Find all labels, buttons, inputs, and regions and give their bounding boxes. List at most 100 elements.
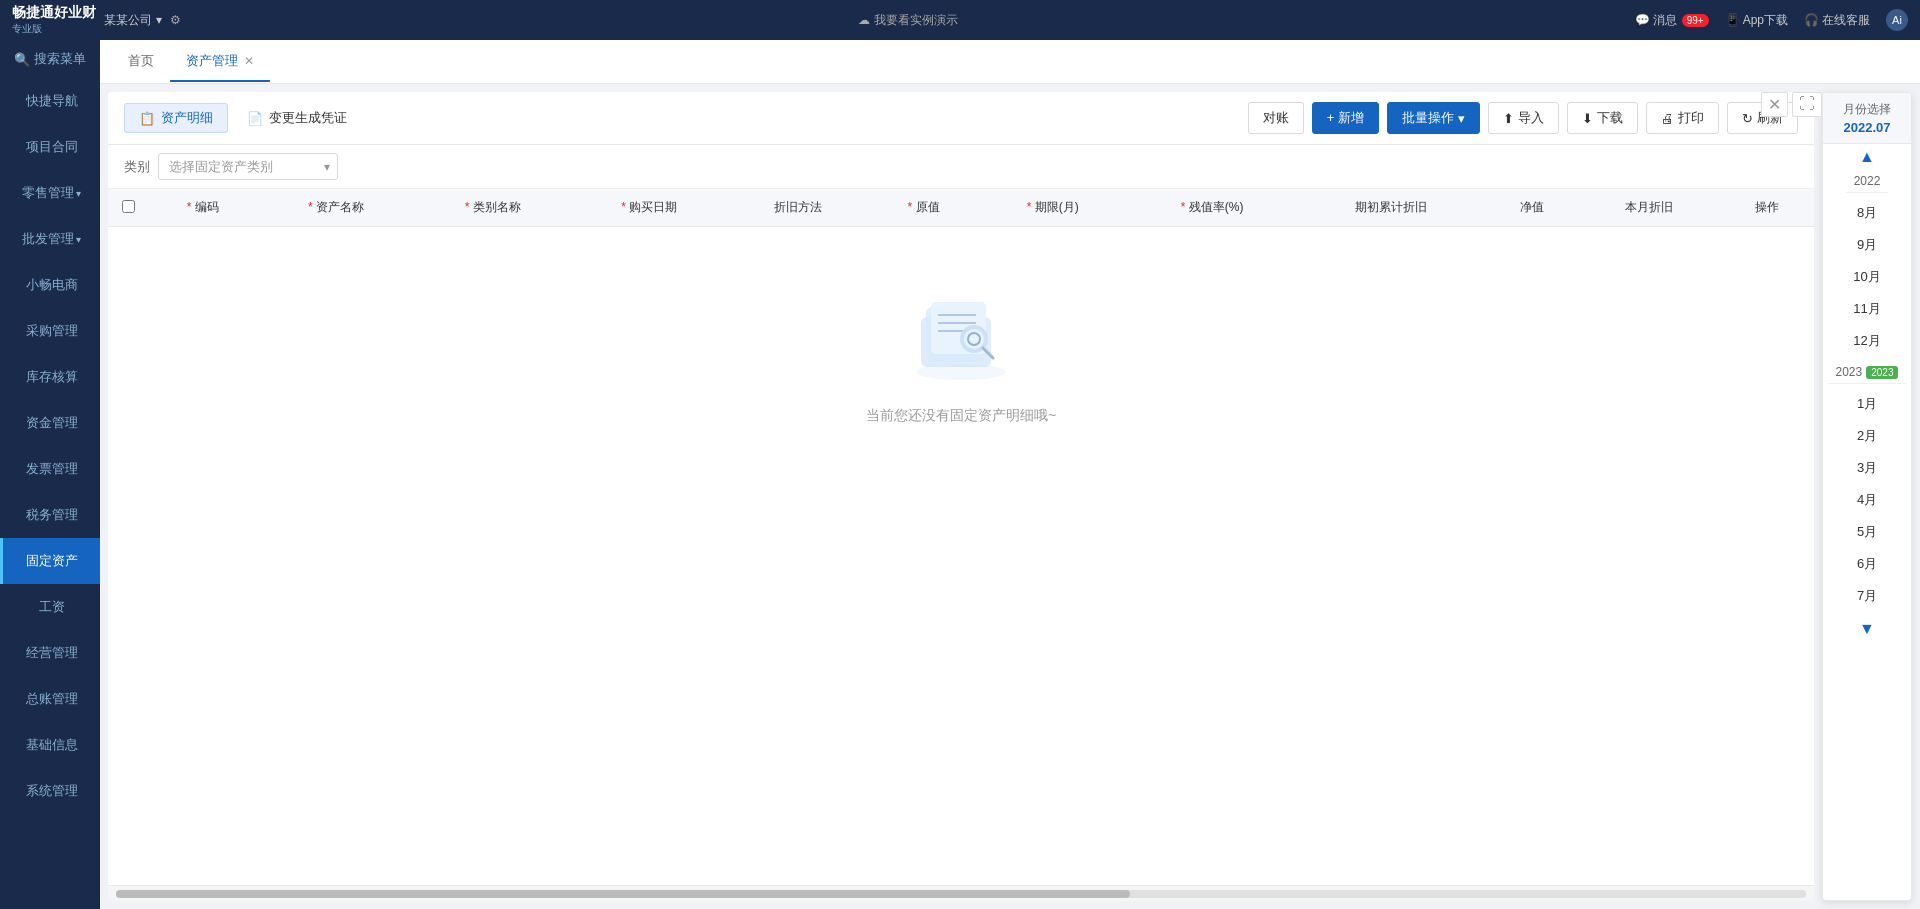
print-button[interactable]: 🖨 打印: [1646, 102, 1719, 134]
col-depreciation-method: 折旧方法: [728, 189, 869, 227]
select-all-checkbox[interactable]: [122, 200, 135, 213]
empty-text: 当前您还没有固定资产明细哦~: [866, 407, 1056, 425]
month-item-10[interactable]: 10月: [1823, 261, 1911, 293]
company-selector[interactable]: 某某公司 ▾: [104, 12, 162, 29]
sidebar-item-quick-nav[interactable]: 快捷导航: [0, 78, 100, 124]
month-item-11[interactable]: 11月: [1823, 293, 1911, 325]
bottom-scrollbar[interactable]: [108, 885, 1814, 901]
month-item-2023-5[interactable]: 5月: [1823, 516, 1911, 548]
message-icon: 💬: [1635, 13, 1650, 27]
category-select[interactable]: 选择固定资产类别: [158, 153, 338, 180]
download-button[interactable]: ⬇ 下载: [1567, 102, 1638, 134]
app-logo: 畅捷通好业财 专业版: [12, 4, 96, 36]
month-item-12[interactable]: 12月: [1823, 325, 1911, 357]
sidebar-item-purchase-mgmt[interactable]: 采购管理: [0, 308, 100, 354]
month-item-8[interactable]: 8月: [1823, 197, 1911, 229]
app-name: 畅捷通好业财: [12, 4, 96, 22]
close-panel-button[interactable]: ✕: [1761, 92, 1788, 117]
sidebar-item-project-contract[interactable]: 项目合同: [0, 124, 100, 170]
scroll-thumb[interactable]: [116, 890, 1130, 898]
phone-icon: 📱: [1725, 13, 1740, 27]
cloud-icon: ☁: [858, 13, 870, 27]
import-button[interactable]: ⬆ 导入: [1488, 102, 1559, 134]
month-next-button[interactable]: ▼: [1859, 620, 1875, 638]
messages-button[interactable]: 💬 消息 99+: [1635, 12, 1709, 29]
tab-asset-mgmt[interactable]: 资产管理 ✕: [170, 42, 270, 82]
sidebar-item-system-mgmt[interactable]: 系统管理: [0, 768, 100, 814]
online-support-button[interactable]: 🎧 在线客服: [1804, 12, 1870, 29]
sidebar-item-fixed-assets[interactable]: 固定资产: [0, 538, 100, 584]
sidebar-item-invoice-mgmt[interactable]: 发票管理: [0, 446, 100, 492]
chevron-down-icon: ▾: [1458, 111, 1465, 126]
reconcile-button[interactable]: 对账: [1248, 102, 1304, 134]
batch-ops-button[interactable]: 批量操作 ▾: [1387, 102, 1480, 134]
month-item-2023-6[interactable]: 6月: [1823, 548, 1911, 580]
sidebar-item-general-ledger[interactable]: 总账管理: [0, 676, 100, 722]
sidebar-item-search-menu[interactable]: 🔍 搜索菜单: [0, 40, 100, 78]
headset-icon: 🎧: [1804, 13, 1819, 27]
demo-link[interactable]: ☁ 我要看实例演示: [858, 12, 958, 29]
filter-bar: 类别 选择固定资产类别 ▾: [108, 145, 1814, 189]
main-layout: 🔍 搜索菜单 快捷导航 项目合同 零售管理 ▾ 批发管理 ▾ 小畅电商 采购管理: [0, 40, 1920, 909]
asset-table: 编码 资产名称 类别名称 购买日期 折旧方法 原值 期限(月) 残值率(%) 期…: [108, 189, 1814, 227]
month-item-2023-4[interactable]: 4月: [1823, 484, 1911, 516]
col-net-value: 净值: [1485, 189, 1579, 227]
app-download-button[interactable]: 📱 App下载: [1725, 12, 1788, 29]
month-item-9[interactable]: 9月: [1823, 229, 1911, 261]
top-bar-right: 💬 消息 99+ 📱 App下载 🎧 在线客服 Ai: [1635, 9, 1908, 31]
col-purchase-date: 购买日期: [571, 189, 728, 227]
month-item-2023-1[interactable]: 1月: [1823, 388, 1911, 420]
content-area: 首页 资产管理 ✕ 📋 资产明细 📄 变更生成凭证: [100, 40, 1920, 909]
add-button[interactable]: + 新增: [1312, 102, 1379, 134]
col-code: 编码: [148, 189, 258, 227]
month-panel: 月份选择 2022.07 ▲ 2022 8月 9月 10月 11月 12月 20…: [1822, 92, 1912, 901]
print-icon: 🖨: [1661, 111, 1674, 126]
year-2023-header: 2023 2023: [1828, 361, 1907, 384]
sub-tab-asset-detail[interactable]: 📋 资产明细: [124, 103, 228, 133]
toolbar-right: 对账 + 新增 批量操作 ▾ ⬆ 导入 ⬇ 下载: [1248, 102, 1798, 134]
table-header: 编码 资产名称 类别名称 购买日期 折旧方法 原值 期限(月) 残值率(%) 期…: [108, 189, 1814, 227]
sidebar-item-operations-mgmt[interactable]: 经营管理: [0, 630, 100, 676]
table-wrap: 编码 资产名称 类别名称 购买日期 折旧方法 原值 期限(月) 残值率(%) 期…: [108, 189, 1814, 885]
sidebar-item-wholesale-mgmt[interactable]: 批发管理 ▾: [0, 216, 100, 262]
sub-tab-change-voucher[interactable]: 📄 变更生成凭证: [232, 103, 362, 133]
month-nav: ▲: [1823, 144, 1911, 170]
tab-close-icon[interactable]: ✕: [244, 54, 254, 68]
month-item-2023-3[interactable]: 3月: [1823, 452, 1911, 484]
sidebar-item-payroll[interactable]: 工资: [0, 584, 100, 630]
sidebar-item-ecommerce[interactable]: 小畅电商: [0, 262, 100, 308]
company-name: 某某公司: [104, 12, 152, 29]
empty-illustration: [901, 287, 1021, 387]
settings-icon[interactable]: ⚙: [170, 13, 181, 27]
user-icon: Ai: [1886, 9, 1908, 31]
chevron-down-icon: ▾: [76, 234, 81, 245]
dropdown-icon: ▾: [156, 13, 162, 27]
month-prev-button[interactable]: ▲: [1859, 148, 1875, 166]
current-year-badge: 2023: [1866, 366, 1898, 379]
sidebar-item-finance-mgmt[interactable]: 资金管理: [0, 400, 100, 446]
col-original-value: 原值: [869, 189, 979, 227]
col-accumulated-depreciation: 期初累计折旧: [1297, 189, 1485, 227]
refresh-icon: ↻: [1742, 111, 1753, 126]
month-nav-down: ▼: [1823, 616, 1911, 642]
messages-badge: 99+: [1682, 14, 1709, 27]
import-icon: ⬆: [1503, 111, 1514, 126]
col-operations: 操作: [1720, 189, 1814, 227]
panel-controls: ✕ ⛶: [1761, 92, 1822, 117]
col-residual-rate: 残值率(%): [1127, 189, 1297, 227]
month-item-2023-7[interactable]: 7月: [1823, 580, 1911, 612]
sidebar-item-retail-mgmt[interactable]: 零售管理 ▾: [0, 170, 100, 216]
expand-panel-button[interactable]: ⛶: [1792, 92, 1822, 117]
year-2022-header: 2022: [1846, 170, 1889, 193]
tab-home[interactable]: 首页: [112, 42, 170, 82]
category-select-wrap: 选择固定资产类别 ▾: [158, 153, 338, 180]
col-category-name: 类别名称: [414, 189, 571, 227]
sub-tab-bar: 📋 资产明细 📄 变更生成凭证 对账 + 新增 批量操作 ▾: [108, 92, 1814, 145]
month-list-2023: 1月 2月 3月 4月 5月 6月 7月: [1823, 384, 1911, 616]
sidebar-item-inventory[interactable]: 库存核算: [0, 354, 100, 400]
user-avatar[interactable]: Ai: [1886, 9, 1908, 31]
month-item-2023-2[interactable]: 2月: [1823, 420, 1911, 452]
sidebar-item-basic-info[interactable]: 基础信息: [0, 722, 100, 768]
sidebar-item-tax-mgmt[interactable]: 税务管理: [0, 492, 100, 538]
doc-icon: 📄: [247, 111, 263, 126]
